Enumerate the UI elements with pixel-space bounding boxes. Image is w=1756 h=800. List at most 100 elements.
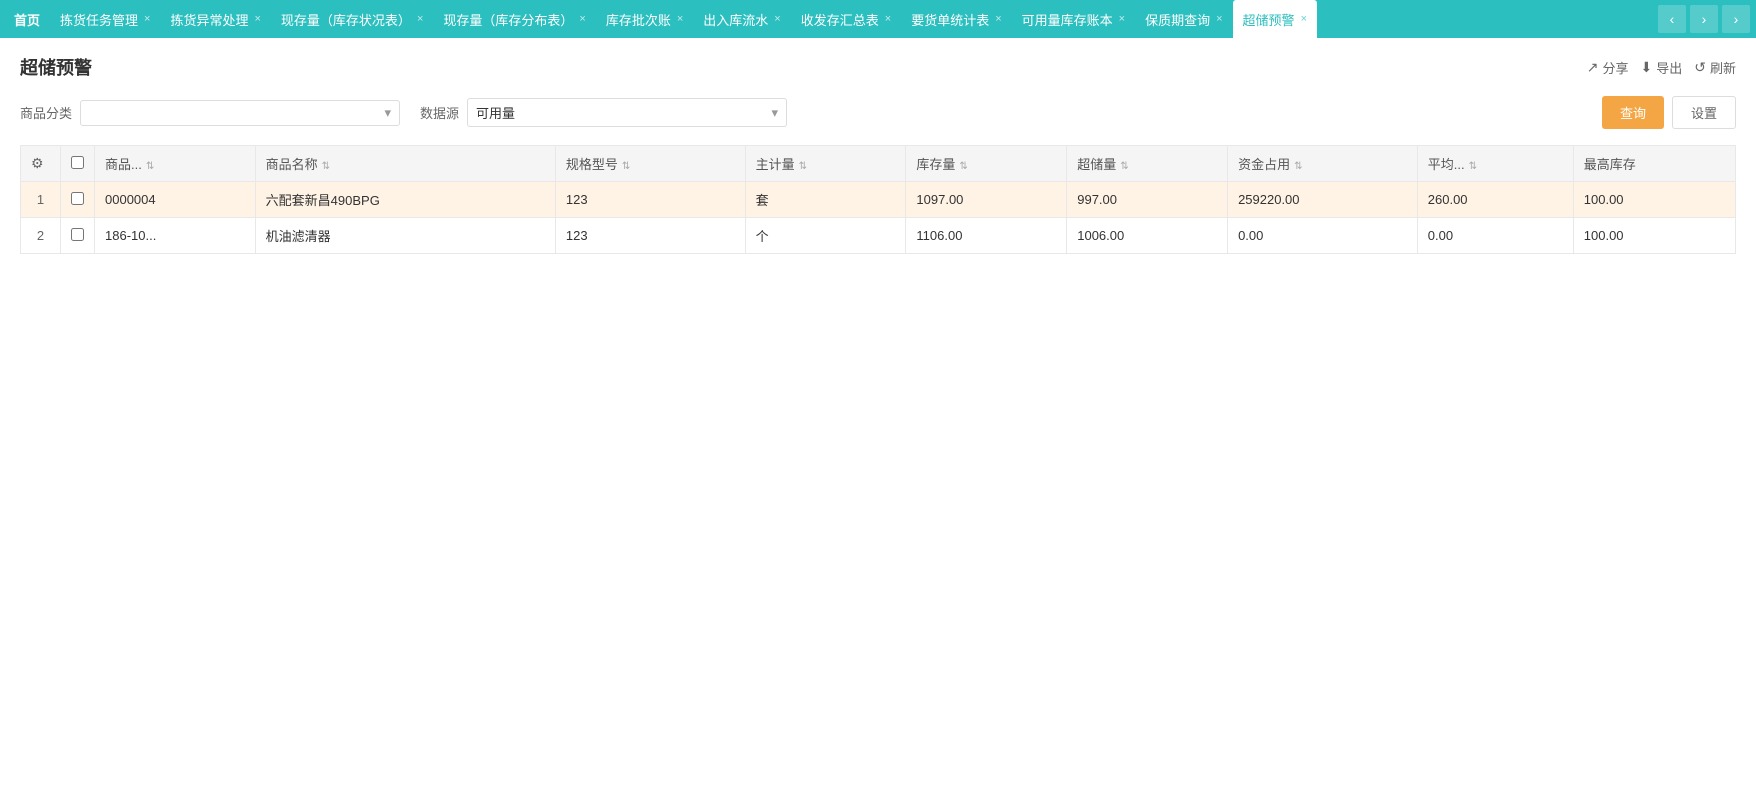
nav-next-button[interactable]: › <box>1690 5 1718 33</box>
close-tab-order-stats[interactable]: × <box>995 13 1001 25</box>
nav-prev-button[interactable]: ‹ <box>1658 5 1686 33</box>
close-tab-receipt-summary[interactable]: × <box>885 13 891 25</box>
row-max-stock: 100.00 <box>1573 182 1735 218</box>
row-product-name: 机油滤清器 <box>255 218 555 254</box>
th-unit[interactable]: 主计量⇅ <box>745 146 906 182</box>
th-gear[interactable]: ⚙ <box>21 146 61 182</box>
row-overstock-qty: 1006.00 <box>1067 218 1228 254</box>
nav-task-mgmt[interactable]: 拣货任务管理 × <box>50 0 160 38</box>
filter-row: 商品分类 ▾ 数据源 可用量 ▾ 查询 设置 <box>20 96 1736 129</box>
data-table: ⚙ 商品...⇅ 商品名称⇅ 规格型号⇅ 主计量⇅ 库存量⇅ <box>20 145 1736 254</box>
nav-shelf-life[interactable]: 保质期查询 × <box>1135 0 1232 38</box>
nav-home[interactable]: 首页 <box>4 0 50 38</box>
page-title: 超储预警 <box>20 54 1587 80</box>
row-checkbox-cell <box>61 182 95 218</box>
select-all-checkbox[interactable] <box>71 156 84 169</box>
th-stock-qty[interactable]: 库存量⇅ <box>906 146 1067 182</box>
row-overstock-qty: 997.00 <box>1067 182 1228 218</box>
settings-button[interactable]: 设置 <box>1672 96 1736 129</box>
row-unit: 套 <box>745 182 906 218</box>
data-source-select[interactable]: 可用量 ▾ <box>467 98 787 127</box>
chevron-down-icon: ▾ <box>384 105 391 121</box>
query-button[interactable]: 查询 <box>1602 96 1664 129</box>
row-spec: 123 <box>555 218 745 254</box>
row-product-code: 186-10... <box>95 218 256 254</box>
row-stock-qty: 1106.00 <box>906 218 1067 254</box>
top-navigation: 首页 拣货任务管理 × 拣货异常处理 × 现存量（库存状况表） × 现存量（库存… <box>0 0 1756 38</box>
close-tab-abnormal[interactable]: × <box>254 13 260 25</box>
nav-order-stats[interactable]: 要货单统计表 × <box>901 0 1011 38</box>
nav-stock-dist[interactable]: 现存量（库存分布表） × <box>433 0 595 38</box>
th-capital-used[interactable]: 资金占用⇅ <box>1228 146 1418 182</box>
row-checkbox[interactable] <box>71 228 84 241</box>
th-spec[interactable]: 规格型号⇅ <box>555 146 745 182</box>
close-tab-inout-flow[interactable]: × <box>774 13 780 25</box>
close-tab-available-stock[interactable]: × <box>1119 13 1125 25</box>
close-tab-batch[interactable]: × <box>677 13 683 25</box>
close-tab-stock-dist[interactable]: × <box>579 13 585 25</box>
sort-icon-spec: ⇅ <box>622 161 630 172</box>
refresh-button[interactable]: ↺ 刷新 <box>1694 58 1736 77</box>
gear-settings-icon[interactable]: ⚙ <box>31 155 44 171</box>
product-category-label: 商品分类 <box>20 103 72 122</box>
close-tab-shelf-life[interactable]: × <box>1216 13 1222 25</box>
row-checkbox[interactable] <box>71 192 84 205</box>
table-row: 2 186-10... 机油滤清器 123 个 1106.00 1006.00 … <box>21 218 1736 254</box>
action-buttons: 查询 设置 <box>1602 96 1736 129</box>
nav-more-button[interactable]: › <box>1722 5 1750 33</box>
table-row: 1 0000004 六配套新昌490BPG 123 套 1097.00 997.… <box>21 182 1736 218</box>
row-product-name: 六配套新昌490BPG <box>255 182 555 218</box>
export-icon: ⬇ <box>1641 59 1653 76</box>
sort-icon-name: ⇅ <box>322 161 330 172</box>
share-button[interactable]: ↗ 分享 <box>1587 58 1629 77</box>
th-max-stock[interactable]: 最高库存 <box>1573 146 1735 182</box>
refresh-icon: ↺ <box>1694 59 1706 76</box>
row-avg: 0.00 <box>1417 218 1573 254</box>
nav-overstock-warn[interactable]: 超储预警 × <box>1233 0 1317 38</box>
sort-icon-code: ⇅ <box>146 161 154 172</box>
row-num: 2 <box>21 218 61 254</box>
row-product-code: 0000004 <box>95 182 256 218</box>
nav-available-stock[interactable]: 可用量库存账本 × <box>1012 0 1135 38</box>
nav-stock-status[interactable]: 现存量（库存状况表） × <box>271 0 433 38</box>
sort-icon-unit: ⇅ <box>799 161 807 172</box>
data-source-value: 可用量 <box>476 103 515 122</box>
nav-receipt-summary[interactable]: 收发存汇总表 × <box>791 0 901 38</box>
row-num: 1 <box>21 182 61 218</box>
row-checkbox-cell <box>61 218 95 254</box>
th-product-name[interactable]: 商品名称⇅ <box>255 146 555 182</box>
nav-arrows: ‹ › › <box>1656 5 1752 33</box>
table-header-row: ⚙ 商品...⇅ 商品名称⇅ 规格型号⇅ 主计量⇅ 库存量⇅ <box>21 146 1736 182</box>
th-checkbox <box>61 146 95 182</box>
close-tab-overstock-warn[interactable]: × <box>1301 13 1307 25</box>
sort-icon-avg: ⇅ <box>1469 161 1477 172</box>
nav-abnormal[interactable]: 拣货异常处理 × <box>160 0 270 38</box>
row-capital-used: 0.00 <box>1228 218 1418 254</box>
nav-batch[interactable]: 库存批次账 × <box>596 0 693 38</box>
product-category-select[interactable]: ▾ <box>80 100 400 126</box>
sort-icon-capital: ⇅ <box>1294 161 1302 172</box>
th-product-code[interactable]: 商品...⇅ <box>95 146 256 182</box>
row-max-stock: 100.00 <box>1573 218 1735 254</box>
row-capital-used: 259220.00 <box>1228 182 1418 218</box>
row-unit: 个 <box>745 218 906 254</box>
sort-icon-overstock: ⇅ <box>1120 161 1128 172</box>
row-avg: 260.00 <box>1417 182 1573 218</box>
row-spec: 123 <box>555 182 745 218</box>
header-actions: ↗ 分享 ⬇ 导出 ↺ 刷新 <box>1587 58 1736 77</box>
th-overstock-qty[interactable]: 超储量⇅ <box>1067 146 1228 182</box>
close-tab-task-mgmt[interactable]: × <box>144 13 150 25</box>
product-category-filter: 商品分类 ▾ <box>20 100 400 126</box>
nav-inout-flow[interactable]: 出入库流水 × <box>693 0 790 38</box>
share-icon: ↗ <box>1587 59 1599 76</box>
th-avg[interactable]: 平均...⇅ <box>1417 146 1573 182</box>
sort-icon-stock: ⇅ <box>959 161 967 172</box>
data-source-filter: 数据源 可用量 ▾ <box>420 98 787 127</box>
product-category-value <box>89 105 93 120</box>
close-tab-stock-status[interactable]: × <box>417 13 423 25</box>
data-source-label: 数据源 <box>420 103 459 122</box>
export-button[interactable]: ⬇ 导出 <box>1641 58 1683 77</box>
page-header: 超储预警 ↗ 分享 ⬇ 导出 ↺ 刷新 <box>20 54 1736 80</box>
chevron-down-icon-2: ▾ <box>772 105 779 121</box>
page-content: 超储预警 ↗ 分享 ⬇ 导出 ↺ 刷新 商品分类 ▾ 数据源 <box>0 38 1756 270</box>
